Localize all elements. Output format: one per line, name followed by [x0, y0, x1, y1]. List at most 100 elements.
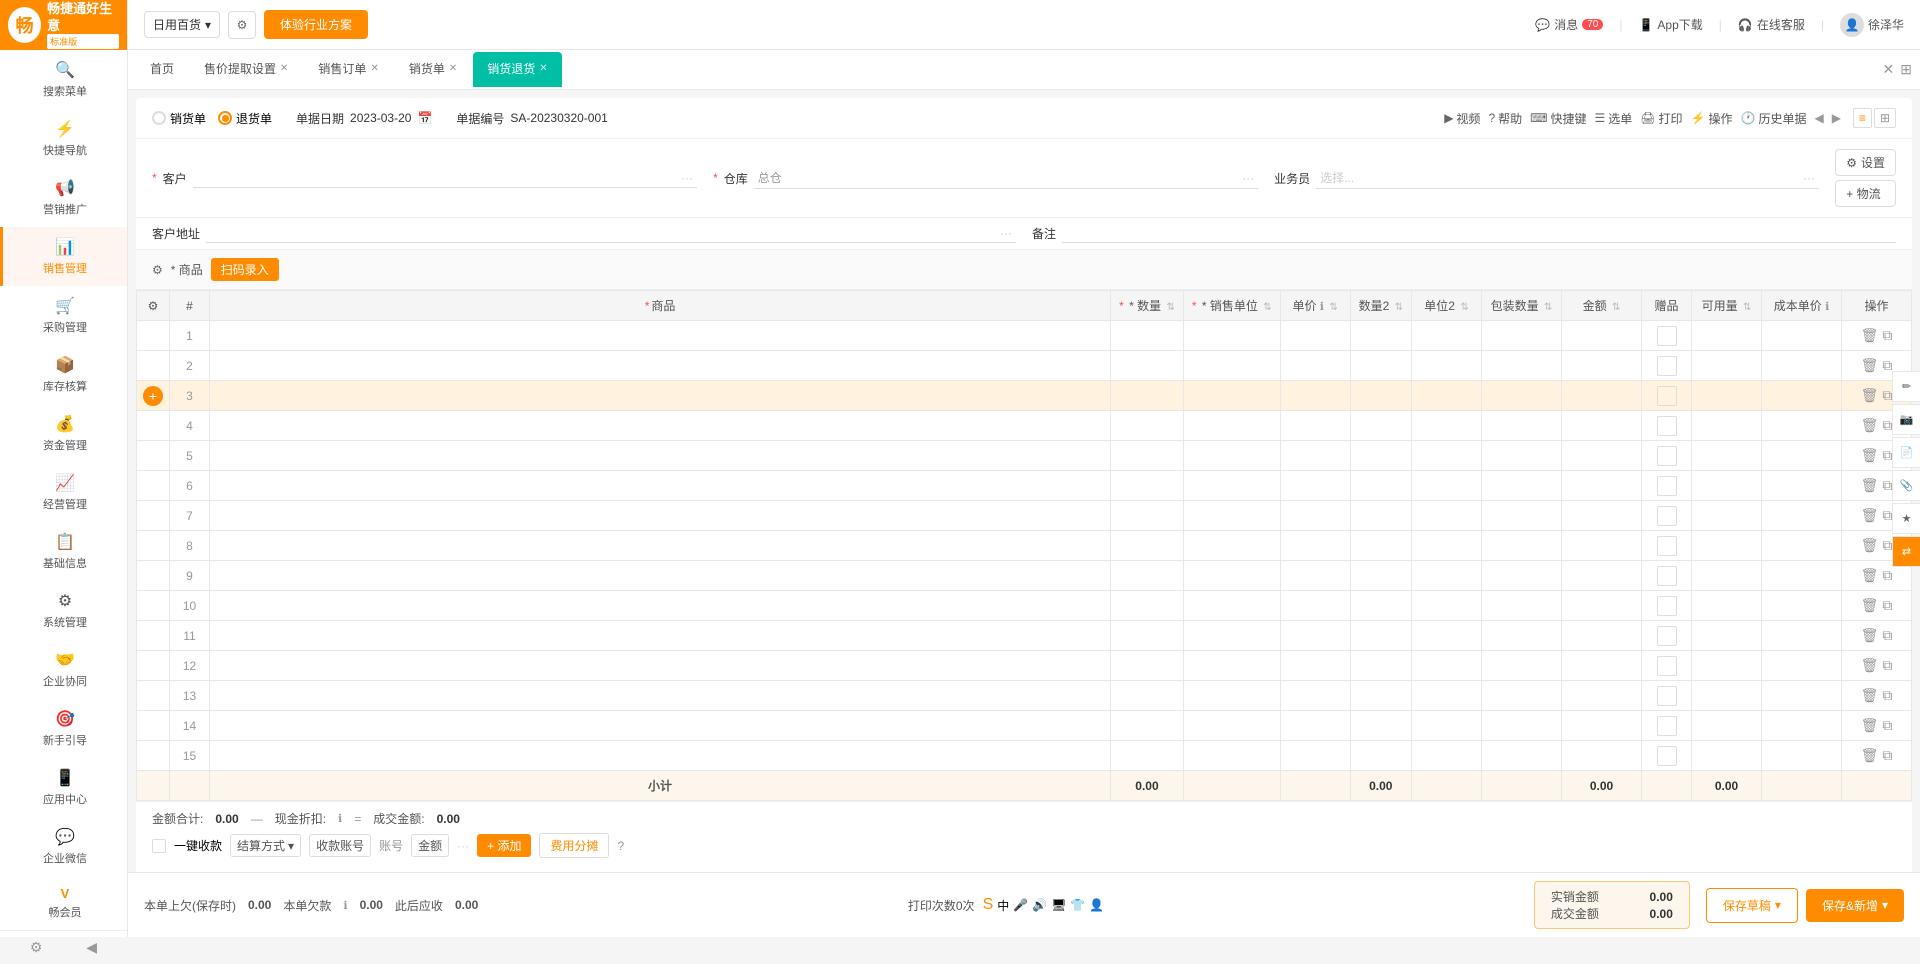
note-text-input[interactable] — [1066, 226, 1892, 240]
pack-input[interactable] — [1488, 565, 1555, 586]
goods-cell[interactable] — [210, 531, 1111, 561]
qty-cell[interactable] — [1111, 741, 1184, 771]
copy-row-btn[interactable]: ⧉ — [1882, 537, 1892, 554]
unit-cell[interactable] — [1183, 711, 1280, 741]
pack-input[interactable] — [1488, 535, 1555, 556]
unit2-input[interactable] — [1418, 355, 1475, 376]
qty2-input[interactable] — [1357, 655, 1405, 676]
gift-checkbox[interactable] — [1657, 386, 1677, 406]
amount-input[interactable] — [1568, 625, 1635, 646]
qty-cell[interactable] — [1111, 681, 1184, 711]
price-input[interactable] — [1287, 445, 1344, 466]
qty2-cell[interactable] — [1350, 321, 1411, 351]
cost-cell[interactable] — [1762, 501, 1842, 531]
copy-row-btn[interactable]: ⧉ — [1882, 507, 1892, 524]
gift-cell[interactable] — [1642, 411, 1692, 441]
amount-cell[interactable] — [1562, 621, 1642, 651]
experience-btn[interactable]: 体验行业方案 — [264, 10, 368, 39]
message-item[interactable]: 💬 消息 70 — [1535, 16, 1603, 33]
cost-input[interactable] — [1768, 475, 1835, 496]
copy-row-btn[interactable]: ⧉ — [1882, 417, 1892, 434]
price-cell[interactable] — [1280, 381, 1350, 411]
price-input[interactable] — [1287, 385, 1344, 406]
qty2-cell[interactable] — [1350, 711, 1411, 741]
unit2-cell[interactable] — [1412, 711, 1482, 741]
goods-input[interactable] — [216, 595, 1104, 616]
price-cell[interactable] — [1280, 501, 1350, 531]
goods-cell[interactable] — [210, 621, 1111, 651]
user-item[interactable]: 👤 徐泽华 — [1840, 13, 1904, 37]
gift-cell[interactable] — [1642, 591, 1692, 621]
price-cell[interactable] — [1280, 591, 1350, 621]
pack-cell[interactable] — [1482, 381, 1562, 411]
goods-input[interactable] — [216, 625, 1104, 646]
gift-checkbox[interactable] — [1657, 716, 1677, 736]
copy-row-btn[interactable]: ⧉ — [1882, 657, 1892, 674]
copy-row-btn[interactable]: ⧉ — [1882, 357, 1892, 374]
qty-input[interactable] — [1117, 445, 1177, 466]
pack-input[interactable] — [1488, 715, 1555, 736]
unit2-cell[interactable] — [1412, 381, 1482, 411]
delete-row-btn[interactable]: 🗑 — [1861, 597, 1879, 614]
qty-input[interactable] — [1117, 655, 1177, 676]
sidebar-item-system[interactable]: ⚙ 系统管理 — [0, 581, 127, 640]
cost-input[interactable] — [1768, 685, 1835, 706]
print-action[interactable]: 🖨 打印 — [1640, 110, 1682, 127]
amount-cell[interactable] — [1562, 411, 1642, 441]
right-tool-photo[interactable]: 📷 — [1892, 404, 1920, 435]
unit2-cell[interactable] — [1412, 741, 1482, 771]
shirt-icon[interactable]: 👕 — [1070, 898, 1085, 912]
sidebar-item-basic[interactable]: 📋 基础信息 — [0, 522, 127, 581]
goods-cell[interactable] — [210, 741, 1111, 771]
goods-input[interactable] — [216, 685, 1104, 706]
qty2-cell[interactable] — [1350, 651, 1411, 681]
save-draft-btn[interactable]: 保存草稿 ▾ — [1706, 888, 1798, 923]
price-cell[interactable] — [1280, 351, 1350, 381]
gift-cell[interactable] — [1642, 531, 1692, 561]
goods-cell[interactable] — [210, 591, 1111, 621]
cost-input[interactable] — [1768, 325, 1835, 346]
price-cell[interactable] — [1280, 681, 1350, 711]
sidebar-settings-btn[interactable]: ⚙ — [30, 939, 43, 956]
nav-prev-btn[interactable]: ◀ — [1814, 111, 1823, 125]
cost-cell[interactable] — [1762, 681, 1842, 711]
unit2-input[interactable] — [1418, 745, 1475, 766]
delete-row-btn[interactable]: 🗑 — [1861, 717, 1879, 734]
cost-input[interactable] — [1768, 505, 1835, 526]
pack-input[interactable] — [1488, 745, 1555, 766]
gift-cell[interactable] — [1642, 441, 1692, 471]
copy-row-btn[interactable]: ⧉ — [1882, 477, 1892, 494]
gift-checkbox[interactable] — [1657, 746, 1677, 766]
pack-input[interactable] — [1488, 505, 1555, 526]
copy-row-btn[interactable]: ⧉ — [1882, 447, 1892, 464]
unit2-cell[interactable] — [1412, 591, 1482, 621]
gift-checkbox[interactable] — [1657, 446, 1677, 466]
price-input[interactable] — [1287, 505, 1344, 526]
goods-input[interactable] — [216, 355, 1104, 376]
sidebar-item-shortcut[interactable]: ⚡ 快捷导航 — [0, 109, 127, 168]
cost-cell[interactable] — [1762, 711, 1842, 741]
qty2-cell[interactable] — [1350, 621, 1411, 651]
right-tool-clip[interactable]: 📎 — [1892, 470, 1920, 501]
pack-cell[interactable] — [1482, 621, 1562, 651]
price-input[interactable] — [1287, 535, 1344, 556]
amount-input[interactable] — [1568, 325, 1635, 346]
unit2-input[interactable] — [1418, 505, 1475, 526]
gift-cell[interactable] — [1642, 681, 1692, 711]
scan-input-btn[interactable]: 扫码录入 — [211, 258, 279, 281]
close-tab-btn[interactable]: ✕ — [1883, 61, 1895, 78]
copy-row-btn[interactable]: ⧉ — [1882, 627, 1892, 644]
amount-input[interactable] — [1568, 385, 1635, 406]
unit2-input[interactable] — [1418, 625, 1475, 646]
qty2-input[interactable] — [1357, 715, 1405, 736]
qty-input[interactable] — [1117, 535, 1177, 556]
add-row-cell[interactable]: + — [137, 381, 170, 411]
cost-input[interactable] — [1768, 655, 1835, 676]
unit2-input[interactable] — [1418, 565, 1475, 586]
price-cell[interactable] — [1280, 471, 1350, 501]
view-list-btn[interactable]: ≡ — [1853, 108, 1872, 128]
sidebar-item-appstore[interactable]: 📱 应用中心 — [0, 758, 127, 817]
gift-checkbox[interactable] — [1657, 356, 1677, 376]
right-tool-pencil[interactable]: ✏ — [1892, 371, 1920, 402]
warehouse-input[interactable]: 总仓 ··· — [754, 167, 1258, 189]
